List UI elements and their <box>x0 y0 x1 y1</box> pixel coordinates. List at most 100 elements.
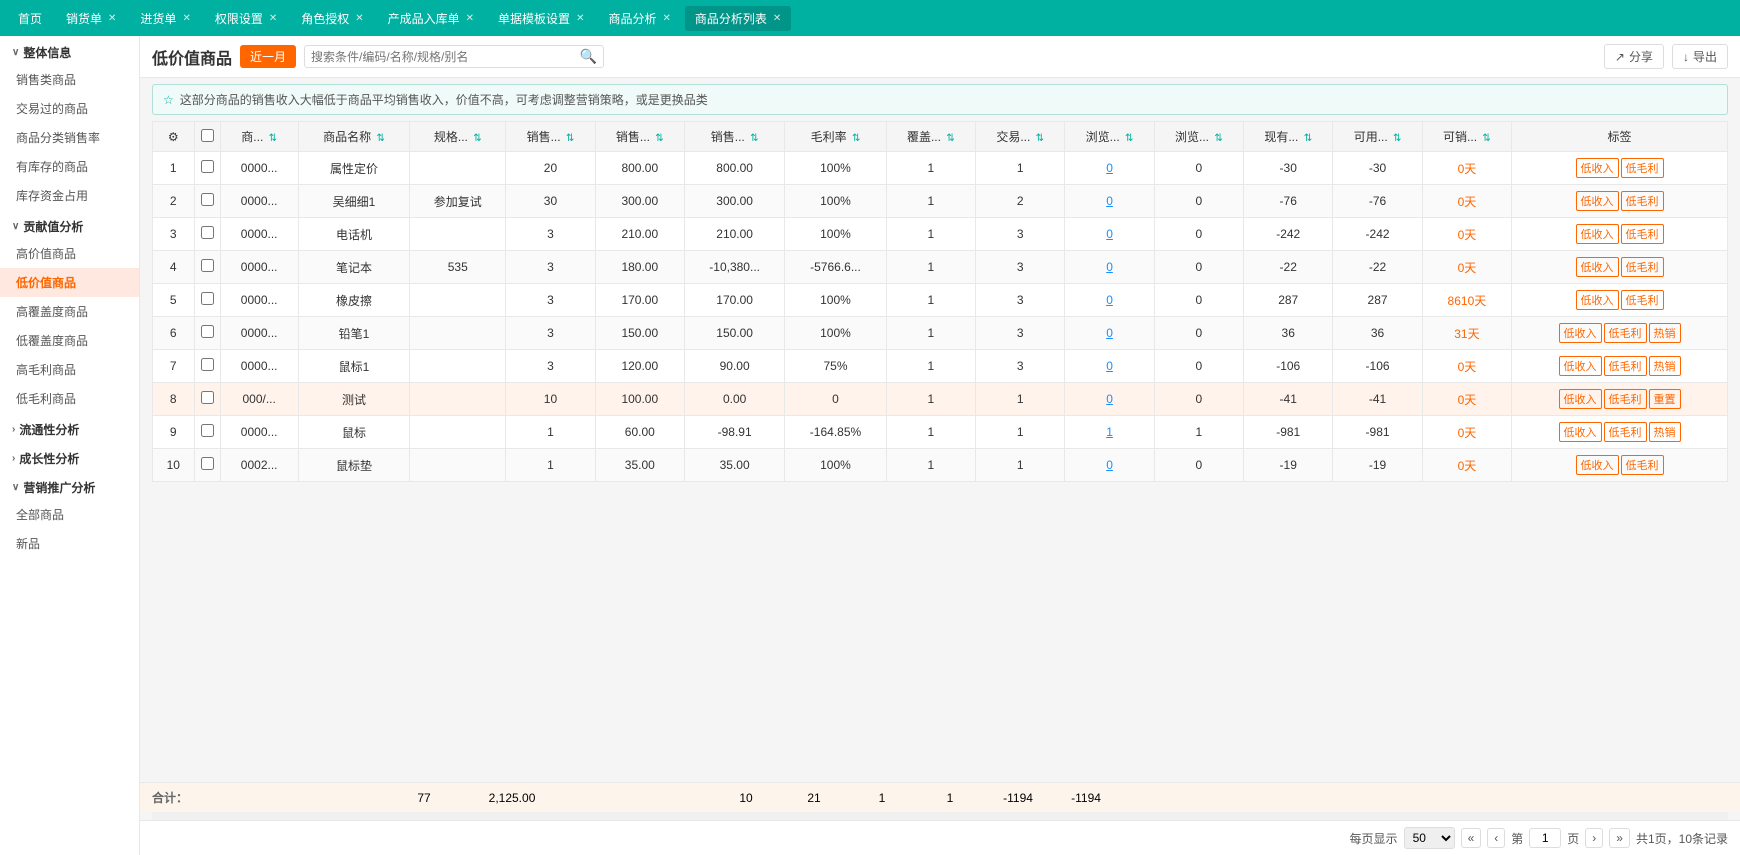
nav-sales[interactable]: 销货单 ✕ <box>56 6 126 31</box>
cell-browse1[interactable]: 0 <box>1065 251 1154 284</box>
prev-page-button[interactable]: ‹ <box>1487 828 1505 848</box>
sidebar-item-low-margin[interactable]: 低毛利商品 <box>0 384 139 413</box>
cell-browse1[interactable]: 0 <box>1065 185 1154 218</box>
row-checkbox[interactable] <box>201 325 214 338</box>
row-checkbox[interactable] <box>201 193 214 206</box>
col-browse2[interactable]: 浏览... ⇅ <box>1154 122 1243 152</box>
cell-checkbox[interactable] <box>194 416 220 449</box>
page-size-select[interactable]: 50 100 200 <box>1404 827 1455 849</box>
sidebar-item-high-coverage[interactable]: 高覆盖度商品 <box>0 297 139 326</box>
nav-roles-close[interactable]: ✕ <box>355 13 363 24</box>
sidebar-group-liquidity[interactable]: › 流通性分析 <box>0 413 139 442</box>
col-spec[interactable]: 规格... ⇅ <box>410 122 506 152</box>
cell-checkbox[interactable] <box>194 185 220 218</box>
select-all-checkbox[interactable] <box>201 129 214 142</box>
sidebar-group-marketing[interactable]: ∨ 营销推广分析 <box>0 471 139 500</box>
row-checkbox[interactable] <box>201 358 214 371</box>
row-checkbox[interactable] <box>201 457 214 470</box>
sidebar-item-high-margin[interactable]: 高毛利商品 <box>0 355 139 384</box>
sidebar-item-category-rate[interactable]: 商品分类销售率 <box>0 123 139 152</box>
search-icon[interactable]: 🔍 <box>580 48 597 65</box>
row-checkbox[interactable] <box>201 391 214 404</box>
filter-button[interactable]: 近一月 <box>240 45 296 68</box>
col-salable[interactable]: 可销... ⇅ <box>1422 122 1511 152</box>
cell-checkbox[interactable] <box>194 284 220 317</box>
nav-production-close[interactable]: ✕ <box>466 13 474 24</box>
cell-checkbox[interactable] <box>194 449 220 482</box>
browse1-link[interactable]: 0 <box>1106 326 1113 340</box>
cell-browse1[interactable]: 0 <box>1065 317 1154 350</box>
nav-permissions-close[interactable]: ✕ <box>269 13 277 24</box>
col-sale-price[interactable]: 销售... ⇅ <box>595 122 684 152</box>
browse1-link[interactable]: 0 <box>1106 458 1113 472</box>
sidebar-group-overall[interactable]: ∨ 整体信息 <box>0 36 139 65</box>
nav-analysis-list-close[interactable]: ✕ <box>773 13 781 24</box>
col-available[interactable]: 可用... ⇅ <box>1333 122 1422 152</box>
cell-browse1[interactable]: 0 <box>1065 383 1154 416</box>
col-settings[interactable]: ⚙ <box>153 122 195 152</box>
cell-checkbox[interactable] <box>194 350 220 383</box>
row-checkbox[interactable] <box>201 424 214 437</box>
col-code[interactable]: 商... ⇅ <box>220 122 298 152</box>
col-sale-qty[interactable]: 销售... ⇅ <box>506 122 595 152</box>
col-name[interactable]: 商品名称 ⇅ <box>298 122 409 152</box>
sidebar-item-high-value[interactable]: 高价值商品 <box>0 239 139 268</box>
search-input[interactable] <box>311 50 580 64</box>
col-tags[interactable]: 标签 <box>1512 122 1728 152</box>
col-margin[interactable]: 毛利率 ⇅ <box>785 122 886 152</box>
browse1-link[interactable]: 0 <box>1106 194 1113 208</box>
sidebar-item-sales-products[interactable]: 销售类商品 <box>0 65 139 94</box>
row-checkbox[interactable] <box>201 292 214 305</box>
sidebar-group-contribution[interactable]: ∨ 贡献值分析 <box>0 210 139 239</box>
browse1-link[interactable]: 0 <box>1106 392 1113 406</box>
cell-checkbox[interactable] <box>194 218 220 251</box>
col-trade[interactable]: 交易... ⇅ <box>976 122 1065 152</box>
browse1-link[interactable]: 0 <box>1106 359 1113 373</box>
sidebar-item-with-stock[interactable]: 有库存的商品 <box>0 152 139 181</box>
sidebar-group-growth[interactable]: › 成长性分析 <box>0 442 139 471</box>
page-number-input[interactable] <box>1529 828 1561 848</box>
nav-analysis[interactable]: 商品分析 ✕ <box>598 6 680 31</box>
nav-permissions[interactable]: 权限设置 ✕ <box>205 6 287 31</box>
nav-purchase[interactable]: 进货单 ✕ <box>130 6 200 31</box>
cell-browse1[interactable]: 0 <box>1065 284 1154 317</box>
cell-browse1[interactable]: 1 <box>1065 416 1154 449</box>
share-button[interactable]: ↗ 分享 <box>1604 44 1664 69</box>
row-checkbox[interactable] <box>201 160 214 173</box>
cell-checkbox[interactable] <box>194 383 220 416</box>
horizontal-scrollbar[interactable] <box>152 812 1728 820</box>
nav-template[interactable]: 单据模板设置 ✕ <box>488 6 594 31</box>
col-browse1[interactable]: 浏览... ⇅ <box>1065 122 1154 152</box>
browse1-link[interactable]: 0 <box>1106 227 1113 241</box>
nav-sales-close[interactable]: ✕ <box>108 13 116 24</box>
cell-browse1[interactable]: 0 <box>1065 218 1154 251</box>
nav-roles[interactable]: 角色授权 ✕ <box>291 6 373 31</box>
sidebar-item-low-value[interactable]: 低价值商品 <box>0 268 139 297</box>
export-button[interactable]: ↓ 导出 <box>1672 44 1728 69</box>
first-page-button[interactable]: « <box>1461 828 1482 848</box>
sidebar-item-stock-fund[interactable]: 库存资金占用 <box>0 181 139 210</box>
nav-template-close[interactable]: ✕ <box>576 13 584 24</box>
last-page-button[interactable]: » <box>1609 828 1630 848</box>
cell-browse1[interactable]: 0 <box>1065 350 1154 383</box>
nav-production[interactable]: 产成品入库单 ✕ <box>378 6 484 31</box>
cell-checkbox[interactable] <box>194 317 220 350</box>
sidebar-item-traded[interactable]: 交易过的商品 <box>0 94 139 123</box>
nav-analysis-close[interactable]: ✕ <box>662 13 670 24</box>
sidebar-item-low-coverage[interactable]: 低覆盖度商品 <box>0 326 139 355</box>
browse1-link[interactable]: 1 <box>1106 425 1113 439</box>
col-sale-amount[interactable]: 销售... ⇅ <box>684 122 784 152</box>
col-current[interactable]: 现有... ⇅ <box>1244 122 1333 152</box>
cell-browse1[interactable]: 0 <box>1065 449 1154 482</box>
browse1-link[interactable]: 0 <box>1106 260 1113 274</box>
nav-purchase-close[interactable]: ✕ <box>182 13 190 24</box>
row-checkbox[interactable] <box>201 226 214 239</box>
nav-analysis-list[interactable]: 商品分析列表 ✕ <box>685 6 791 31</box>
cell-checkbox[interactable] <box>194 152 220 185</box>
row-checkbox[interactable] <box>201 259 214 272</box>
browse1-link[interactable]: 0 <box>1106 293 1113 307</box>
cell-checkbox[interactable] <box>194 251 220 284</box>
next-page-button[interactable]: › <box>1585 828 1603 848</box>
cell-browse1[interactable]: 0 <box>1065 152 1154 185</box>
browse1-link[interactable]: 0 <box>1106 161 1113 175</box>
